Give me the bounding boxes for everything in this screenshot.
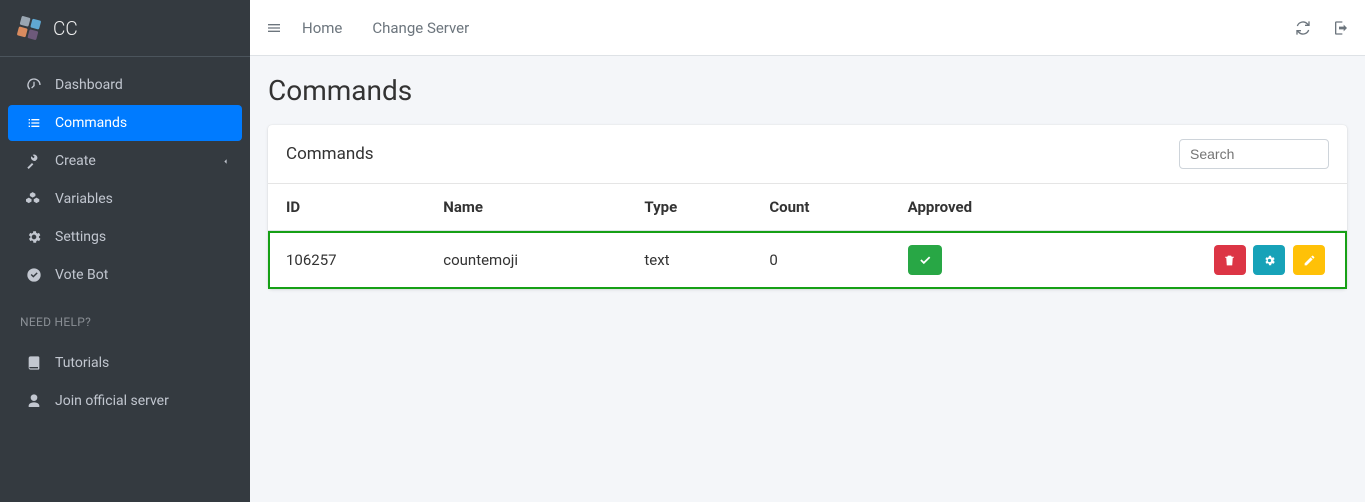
sidebar-item-label: Commands <box>55 115 127 131</box>
col-type[interactable]: Type <box>626 184 751 231</box>
settings-button[interactable] <box>1253 245 1285 275</box>
cell-count: 0 <box>751 231 889 290</box>
sidebar-item-label: Vote Bot <box>55 267 108 283</box>
cell-type: text <box>626 231 751 290</box>
main-nav: Dashboard Commands Create Variables <box>0 57 250 303</box>
user-icon <box>23 393 45 409</box>
cell-actions <box>1072 231 1347 290</box>
cubes-icon <box>23 191 45 207</box>
brand-link[interactable]: CC <box>0 0 250 57</box>
sidebar-item-dashboard[interactable]: Dashboard <box>8 67 242 103</box>
search-input[interactable] <box>1179 139 1329 169</box>
topbar-home[interactable]: Home <box>302 19 342 37</box>
sidebar-item-tutorials[interactable]: Tutorials <box>8 345 242 381</box>
col-count[interactable]: Count <box>751 184 889 231</box>
help-header: NEED HELP? <box>0 303 250 335</box>
sidebar-item-label: Join official server <box>55 393 169 409</box>
topbar: Home Change Server <box>250 0 1365 56</box>
book-icon <box>23 355 45 371</box>
delete-button[interactable] <box>1214 245 1246 275</box>
col-approved[interactable]: Approved <box>890 184 1072 231</box>
list-icon <box>23 115 45 131</box>
content: Commands Commands ID Name Type Count App… <box>250 56 1365 502</box>
sidebar-item-commands[interactable]: Commands <box>8 105 242 141</box>
hamburger-icon[interactable] <box>266 20 282 36</box>
brand-name: CC <box>53 17 78 40</box>
approved-badge <box>908 245 942 275</box>
commands-card: Commands ID Name Type Count Approved <box>268 125 1347 289</box>
sidebar-item-label: Variables <box>55 191 113 207</box>
sidebar-item-label: Dashboard <box>55 77 123 93</box>
commands-table: ID Name Type Count Approved 106257 count… <box>268 184 1347 289</box>
col-id[interactable]: ID <box>268 184 425 231</box>
col-actions <box>1072 184 1347 231</box>
help-nav: Tutorials Join official server <box>0 335 250 429</box>
app-logo-icon <box>15 14 43 42</box>
dashboard-icon <box>23 77 45 93</box>
page-title: Commands <box>268 74 1347 107</box>
topbar-change-server[interactable]: Change Server <box>372 19 469 37</box>
refresh-icon[interactable] <box>1295 20 1311 36</box>
col-name[interactable]: Name <box>425 184 626 231</box>
sidebar-item-label: Create <box>55 153 96 169</box>
sidebar-item-settings[interactable]: Settings <box>8 219 242 255</box>
sidebar-item-variables[interactable]: Variables <box>8 181 242 217</box>
sidebar-item-votebot[interactable]: Vote Bot <box>8 257 242 293</box>
edit-button[interactable] <box>1293 245 1325 275</box>
cell-name: countemoji <box>425 231 626 290</box>
logout-icon[interactable] <box>1333 20 1349 36</box>
chevron-left-icon <box>221 157 230 166</box>
sidebar: CC Dashboard Commands Create <box>0 0 250 502</box>
cell-approved <box>890 231 1072 290</box>
main-area: Home Change Server Commands Commands ID … <box>250 0 1365 502</box>
table-row[interactable]: 106257 countemoji text 0 <box>268 231 1347 290</box>
gear-icon <box>23 229 45 245</box>
sidebar-item-label: Tutorials <box>55 355 109 371</box>
tools-icon <box>23 153 45 169</box>
card-title: Commands <box>286 144 374 164</box>
check-circle-icon <box>23 267 45 283</box>
cell-id: 106257 <box>268 231 425 290</box>
sidebar-item-join-server[interactable]: Join official server <box>8 383 242 419</box>
card-header: Commands <box>268 125 1347 184</box>
sidebar-item-create[interactable]: Create <box>8 143 242 179</box>
sidebar-item-label: Settings <box>55 229 106 245</box>
